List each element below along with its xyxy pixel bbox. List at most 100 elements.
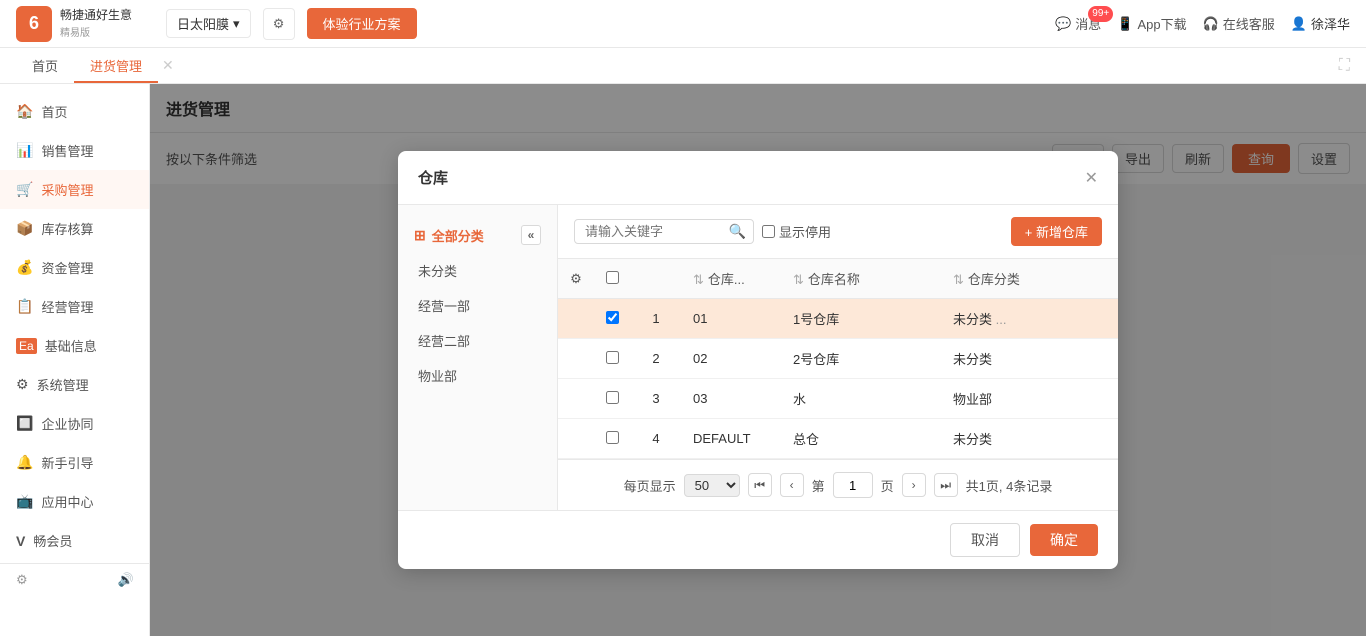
logo-icon: 6 [16,6,52,42]
sidebar-item-inventory[interactable]: 📦 库存核算 [0,209,149,248]
row-gear [558,339,594,379]
modal-sidebar-item-1[interactable]: 经营一部 [398,288,557,323]
settings-bottom-icon[interactable]: ⚙ [16,572,28,588]
confirm-button[interactable]: 确定 [1030,524,1098,556]
page-unit-text: 页 [881,476,894,495]
collapse-button[interactable]: « [521,225,541,245]
select-all-checkbox[interactable] [606,271,619,284]
per-page-select[interactable]: 50 100 [684,474,740,497]
row-checkbox[interactable] [594,379,631,419]
row-select-checkbox[interactable] [606,391,619,404]
modal-sidebar-item-3[interactable]: 物业部 [398,358,557,393]
inventory-icon: 📦 [16,220,33,237]
sort-icon-cat: ⇅ [953,272,964,287]
row-category: 物业部 [941,379,1118,419]
sidebar-item-apps[interactable]: 📺 应用中心 [0,482,149,521]
th-category[interactable]: ⇅仓库分类 [941,259,1118,299]
apps-icon: 📺 [16,493,33,510]
online-service-item[interactable]: 🎧 在线客服 [1203,14,1275,33]
row-checkbox[interactable] [594,419,631,459]
th-name[interactable]: ⇅仓库名称 [781,259,941,299]
modal-sidebar-item-2[interactable]: 经营二部 [398,323,557,358]
sidebar-item-corp[interactable]: 🔲 企业协同 [0,404,149,443]
row-num: 2 [631,339,681,379]
row-num: 4 [631,419,681,459]
close-tab-icon[interactable]: ✕ [162,57,174,74]
sidebar-label-inventory: 库存核算 [41,219,93,238]
sort-icon-name: ⇅ [793,272,804,287]
settings-button[interactable]: ⚙ [263,8,295,40]
more-icon[interactable]: ... [996,312,1007,327]
add-warehouse-button[interactable]: + 新增仓库 [1011,217,1102,246]
notification-item[interactable]: 💬 消息 99+ [1055,14,1101,33]
modal-actions: 取消 确定 [398,510,1118,569]
sort-icon-code: ⇅ [693,272,704,287]
page-input[interactable] [833,472,873,498]
content-area: 进货管理 按以下条件筛选 打印 导出 刷新 查询 设置 仓库 ✕ [150,84,1366,636]
trial-button[interactable]: 体验行业方案 [307,8,417,39]
row-code: 02 [681,339,781,379]
sidebar-item-home[interactable]: 🏠 首页 [0,92,149,131]
purchase-icon: 🛒 [16,181,33,198]
row-checkbox[interactable] [594,339,631,379]
table-row[interactable]: 4 DEFAULT 总仓 未分类 [558,419,1118,459]
expand-icon[interactable]: ⛶ [1339,57,1350,75]
sidebar-item-system[interactable]: ⚙ 系统管理 [0,365,149,404]
modal-close-button[interactable]: ✕ [1085,168,1098,188]
sidebar-label-basic: 基础信息 [45,336,97,355]
brand-sub: 精易版 [60,24,132,39]
last-page-button[interactable]: ⏭ [934,473,958,497]
tab-purchase[interactable]: 进货管理 [74,50,158,83]
table-row[interactable]: 1 01 1号仓库 未分类 ... [558,299,1118,339]
warehouse-modal: 仓库 ✕ ⊞ 全部分类 « 未分类 经营一部 经营二部 [398,151,1118,569]
row-name: 水 [781,379,941,419]
th-code[interactable]: ⇅仓库... [681,259,781,299]
table-row[interactable]: 2 02 2号仓库 未分类 [558,339,1118,379]
table-row[interactable]: 3 03 水 物业部 [558,379,1118,419]
show-disabled-checkbox[interactable] [762,225,775,238]
sidebar-item-purchase[interactable]: 🛒 采购管理 [0,170,149,209]
show-disabled-text: 显示停用 [779,222,831,241]
gear-icon: ⚙ [570,271,582,286]
sidebar-item-member[interactable]: V 畅会员 [0,521,149,560]
modal-search-area: 🔍 显示停用 [574,219,831,244]
app-download-item[interactable]: 📱 App下载 [1117,14,1186,33]
search-input[interactable] [574,219,754,244]
warehouse-table: ⚙ ⇅仓库... ⇅仓库名称 [558,259,1118,459]
sidebar-bottom: ⚙ 🔊 [0,563,150,596]
prev-page-button[interactable]: ‹ [780,473,804,497]
logo-area: 6 畅捷通好生意 精易版 [16,6,166,42]
row-category: 未分类 ... [941,299,1118,339]
modal-sidebar-header[interactable]: ⊞ 全部分类 « [398,217,557,253]
next-page-button[interactable]: › [902,473,926,497]
first-page-button[interactable]: ⏮ [748,473,772,497]
row-category: 未分类 [941,339,1118,379]
mobile-icon: 📱 [1117,16,1133,32]
cancel-button[interactable]: 取消 [950,523,1020,557]
tab-home[interactable]: 首页 [16,50,74,83]
guide-icon: 🔔 [16,454,33,471]
sidebar-item-guide[interactable]: 🔔 新手引导 [0,443,149,482]
sidebar-item-operation[interactable]: 📋 经营管理 [0,287,149,326]
modal-overlay: 仓库 ✕ ⊞ 全部分类 « 未分类 经营一部 经营二部 [150,84,1366,636]
sidebar-item-sales[interactable]: 📊 销售管理 [0,131,149,170]
modal-title: 仓库 [418,167,448,188]
speaker-icon[interactable]: 🔊 [118,572,134,588]
modal-sidebar-item-0[interactable]: 未分类 [398,253,557,288]
row-num: 3 [631,379,681,419]
row-select-checkbox[interactable] [606,351,619,364]
online-service-label: 在线客服 [1223,14,1275,33]
row-select-checkbox[interactable] [606,311,619,324]
sales-icon: 📊 [16,142,33,159]
row-gear [558,419,594,459]
top-header: 6 畅捷通好生意 精易版 日太阳膜 ▾ ⚙ 体验行业方案 💬 消息 99+ 📱 … [0,0,1366,48]
sidebar-item-finance[interactable]: 💰 资金管理 [0,248,149,287]
store-selector[interactable]: 日太阳膜 ▾ [166,9,251,38]
show-disabled-label[interactable]: 显示停用 [762,222,831,241]
sidebar-label-sales: 销售管理 [41,141,93,160]
chevron-down-icon: ▾ [233,16,240,32]
row-select-checkbox[interactable] [606,431,619,444]
row-checkbox[interactable] [594,299,631,339]
sidebar-item-basic[interactable]: Ea 基础信息 [0,326,149,365]
user-profile[interactable]: 👤 徐泽华 [1291,14,1350,33]
